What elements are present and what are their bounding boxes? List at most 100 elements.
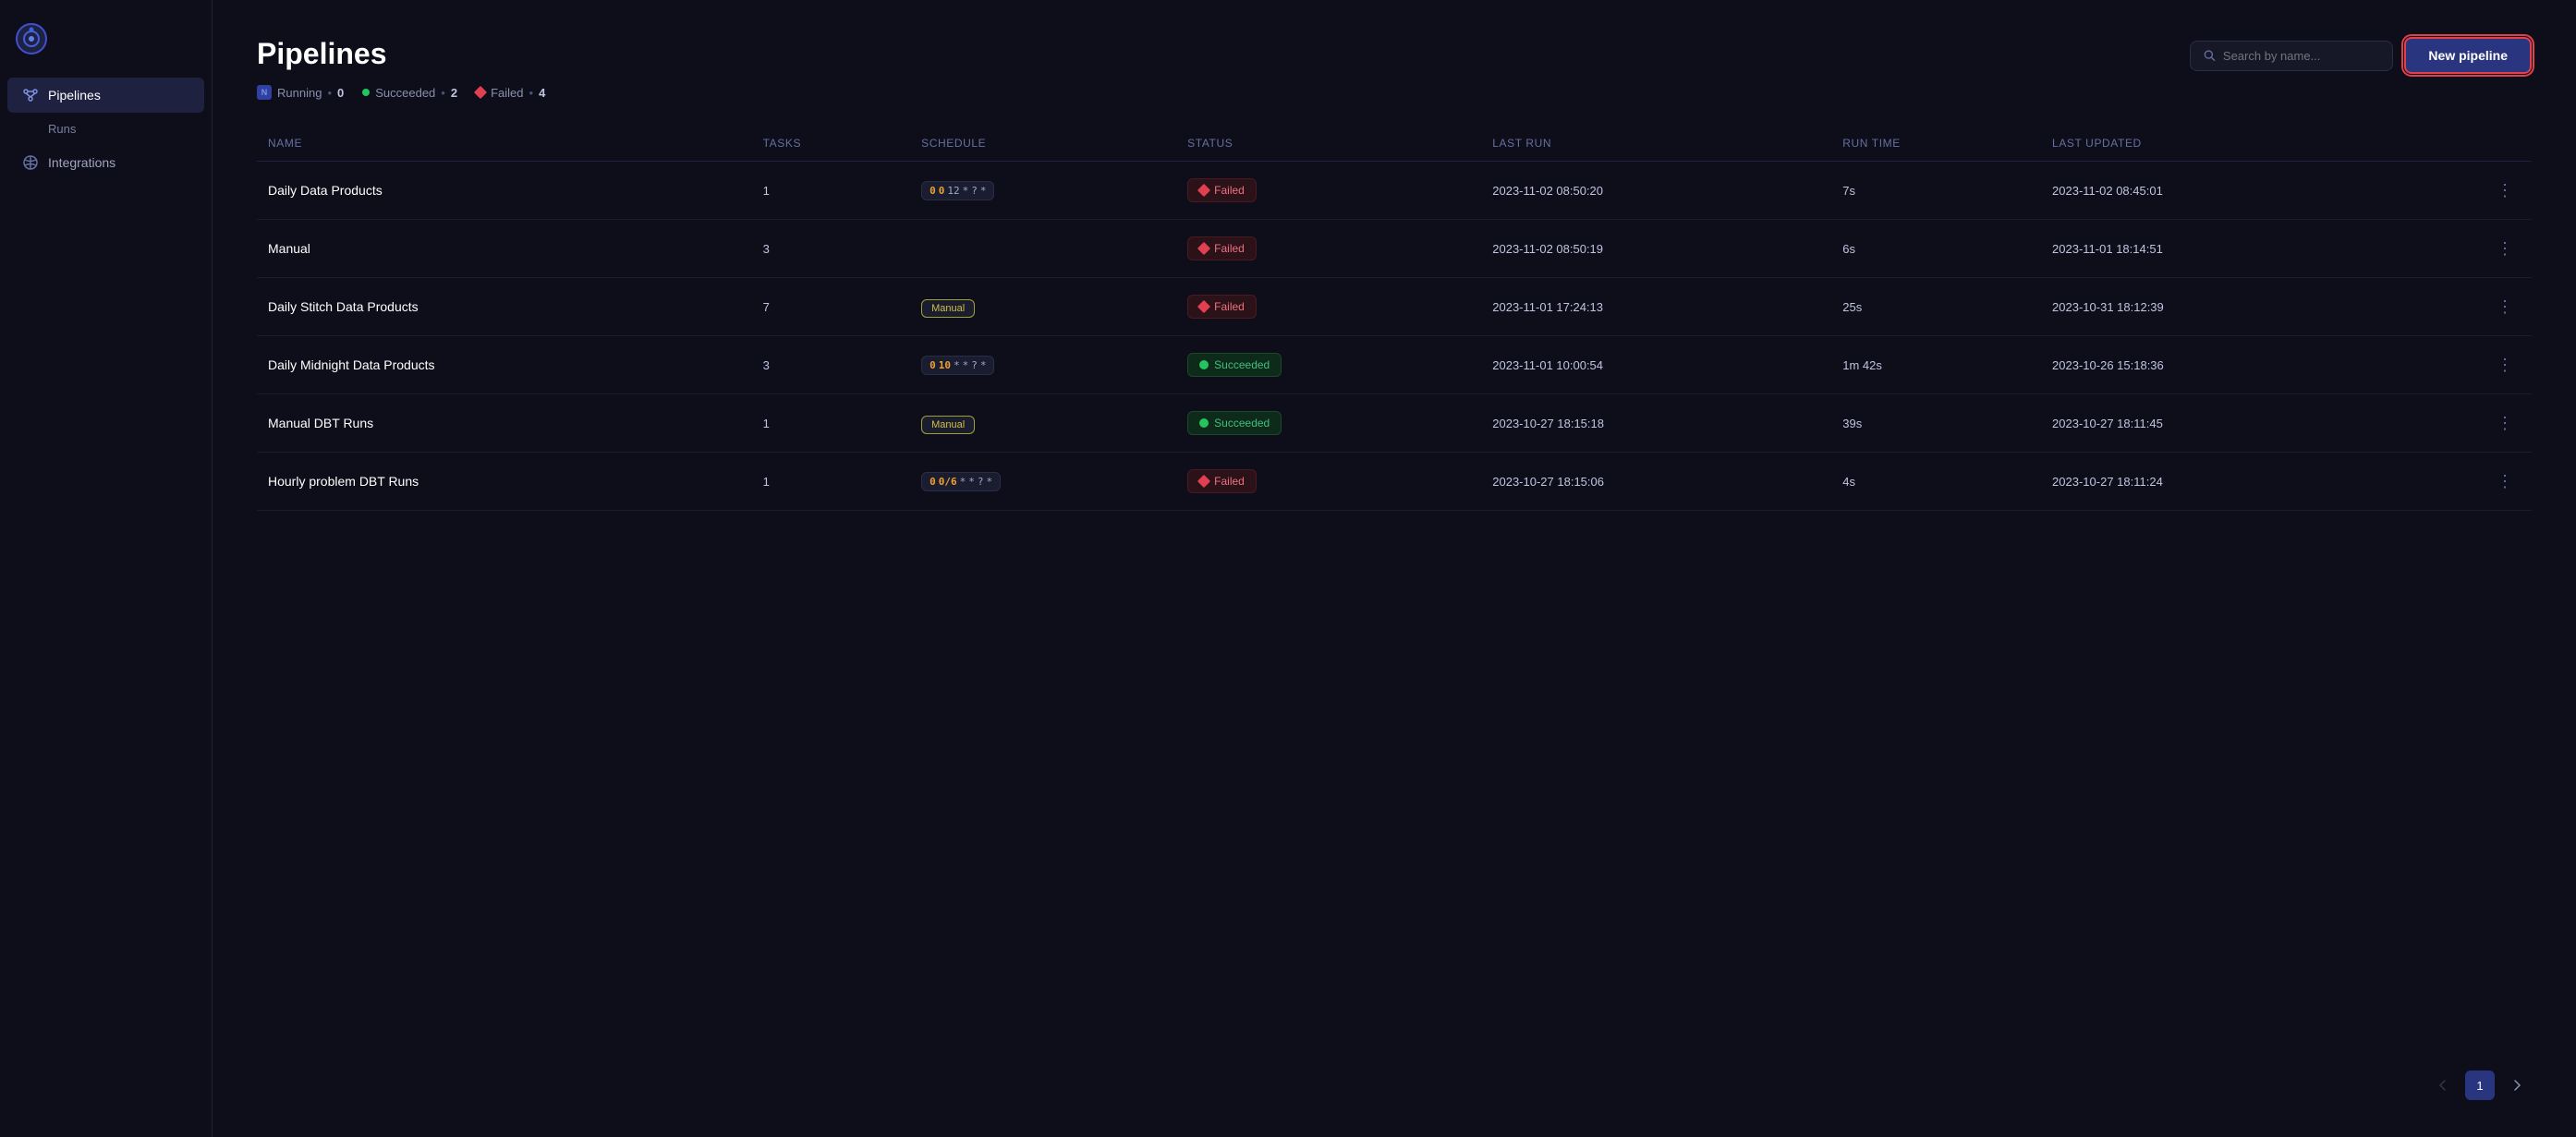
schedule-manual[interactable]: Manual bbox=[921, 299, 975, 318]
succeeded-dot bbox=[362, 89, 370, 96]
cell-last-run: 2023-11-01 17:24:13 bbox=[1481, 278, 1831, 336]
schedule-cron[interactable]: 0 0/6 * * ? * bbox=[921, 472, 1001, 491]
failed-count: 4 bbox=[539, 86, 545, 100]
sidebar-item-label-integrations: Integrations bbox=[48, 155, 115, 170]
table-header: Name Tasks Schedule Status Last run Run … bbox=[257, 129, 2532, 162]
pipeline-name[interactable]: Manual DBT Runs bbox=[268, 416, 373, 430]
running-label: Running bbox=[277, 86, 322, 100]
logo-area bbox=[0, 15, 212, 78]
sidebar-item-pipelines[interactable]: Pipelines bbox=[7, 78, 204, 113]
cell-status: Failed bbox=[1176, 220, 1481, 278]
cell-status: Failed bbox=[1176, 453, 1481, 511]
search-icon bbox=[2204, 49, 2215, 62]
cell-last-updated: 2023-11-01 18:14:51 bbox=[2041, 220, 2391, 278]
search-input[interactable] bbox=[2223, 49, 2380, 63]
more-options-button[interactable]: ⋮ bbox=[2489, 410, 2521, 436]
status-badge: Succeeded bbox=[1187, 353, 1282, 377]
cell-run-time: 7s bbox=[1831, 162, 2041, 220]
failed-status-icon bbox=[1197, 242, 1210, 255]
running-count: 0 bbox=[337, 86, 344, 100]
cell-more-options: ⋮ bbox=[2391, 453, 2532, 511]
col-run-time: Run time bbox=[1831, 129, 2041, 162]
table-row: Manual DBT Runs 1 Manual Succeeded 2023-10-2… bbox=[257, 394, 2532, 453]
header-actions: New pipeline bbox=[2190, 37, 2532, 74]
search-bar[interactable] bbox=[2190, 41, 2393, 71]
cell-more-options: ⋮ bbox=[2391, 220, 2532, 278]
cell-schedule: Manual bbox=[910, 278, 1176, 336]
cell-more-options: ⋮ bbox=[2391, 336, 2532, 394]
sidebar-item-integrations[interactable]: Integrations bbox=[7, 145, 204, 180]
cell-name: Hourly problem DBT Runs bbox=[257, 453, 752, 511]
failed-status-icon bbox=[1197, 300, 1210, 313]
more-options-button[interactable]: ⋮ bbox=[2489, 236, 2521, 261]
col-tasks: Tasks bbox=[752, 129, 910, 162]
more-options-button[interactable]: ⋮ bbox=[2489, 177, 2521, 203]
cell-tasks: 1 bbox=[752, 394, 910, 453]
cell-schedule: 0 10 * * ? * bbox=[910, 336, 1176, 394]
new-pipeline-button[interactable]: New pipeline bbox=[2404, 37, 2532, 74]
cell-name: Daily Midnight Data Products bbox=[257, 336, 752, 394]
schedule-cron[interactable]: 0 10 * * ? * bbox=[921, 356, 994, 375]
page-1-button[interactable]: 1 bbox=[2465, 1070, 2495, 1100]
main-content: Pipelines New pipeline N Running • 0 Suc… bbox=[213, 0, 2576, 1137]
cell-tasks: 3 bbox=[752, 220, 910, 278]
more-options-button[interactable]: ⋮ bbox=[2489, 294, 2521, 320]
integrations-icon bbox=[22, 154, 39, 171]
schedule-cron[interactable]: 0 0 12 * ? * bbox=[921, 181, 994, 200]
more-options-button[interactable]: ⋮ bbox=[2489, 352, 2521, 378]
succeeded-label: Succeeded bbox=[375, 86, 435, 100]
cell-run-time: 1m 42s bbox=[1831, 336, 2041, 394]
pipeline-name[interactable]: Daily Stitch Data Products bbox=[268, 299, 419, 314]
status-failed: Failed • 4 bbox=[476, 86, 545, 100]
pipeline-name[interactable]: Daily Data Products bbox=[268, 183, 383, 198]
cell-name: Daily Stitch Data Products bbox=[257, 278, 752, 336]
next-page-button[interactable] bbox=[2502, 1070, 2532, 1100]
prev-page-button[interactable] bbox=[2428, 1070, 2458, 1100]
cell-last-updated: 2023-11-02 08:45:01 bbox=[2041, 162, 2391, 220]
pipeline-name[interactable]: Manual bbox=[268, 241, 310, 256]
status-badge: Failed bbox=[1187, 295, 1257, 319]
table-row: Daily Midnight Data Products30 10 * * ? … bbox=[257, 336, 2532, 394]
failed-status-icon bbox=[1197, 184, 1210, 197]
more-options-button[interactable]: ⋮ bbox=[2489, 468, 2521, 494]
cell-run-time: 39s bbox=[1831, 394, 2041, 453]
cell-schedule: 0 0/6 * * ? * bbox=[910, 453, 1176, 511]
status-bar: N Running • 0 Succeeded • 2 Failed • 4 bbox=[257, 85, 2532, 100]
sidebar-subitem-runs[interactable]: Runs bbox=[7, 115, 204, 143]
pipeline-name[interactable]: Hourly problem DBT Runs bbox=[268, 474, 419, 489]
col-schedule: Schedule bbox=[910, 129, 1176, 162]
pagination: 1 bbox=[257, 1070, 2532, 1100]
schedule-manual[interactable]: Manual bbox=[921, 416, 975, 434]
cell-more-options: ⋮ bbox=[2391, 394, 2532, 453]
cell-more-options: ⋮ bbox=[2391, 278, 2532, 336]
cell-tasks: 7 bbox=[752, 278, 910, 336]
col-last-run: Last run bbox=[1481, 129, 1831, 162]
succeeded-status-icon bbox=[1199, 360, 1209, 369]
cell-status: Succeeded bbox=[1176, 336, 1481, 394]
app-logo bbox=[15, 22, 48, 55]
cell-run-time: 25s bbox=[1831, 278, 2041, 336]
failed-icon bbox=[474, 86, 487, 99]
chevron-left-icon bbox=[2436, 1079, 2449, 1092]
succeeded-status-icon bbox=[1199, 418, 1209, 428]
cell-schedule: Manual bbox=[910, 394, 1176, 453]
failed-label: Failed bbox=[491, 86, 523, 100]
cell-last-run: 2023-10-27 18:15:06 bbox=[1481, 453, 1831, 511]
pipelines-icon bbox=[22, 87, 39, 103]
pipeline-name[interactable]: Daily Midnight Data Products bbox=[268, 357, 435, 372]
sidebar-item-label-pipelines: Pipelines bbox=[48, 88, 101, 103]
cell-run-time: 4s bbox=[1831, 453, 2041, 511]
status-badge: Succeeded bbox=[1187, 411, 1282, 435]
col-status: Status bbox=[1176, 129, 1481, 162]
cell-last-run: 2023-10-27 18:15:18 bbox=[1481, 394, 1831, 453]
cell-name: Manual DBT Runs bbox=[257, 394, 752, 453]
sidebar: Pipelines Runs Integrations bbox=[0, 0, 213, 1137]
cell-last-updated: 2023-10-27 18:11:24 bbox=[2041, 453, 2391, 511]
cell-status: Failed bbox=[1176, 278, 1481, 336]
col-last-updated: Last updated bbox=[2041, 129, 2391, 162]
cell-tasks: 1 bbox=[752, 453, 910, 511]
page-header: Pipelines New pipeline bbox=[257, 37, 2532, 74]
cell-last-run: 2023-11-02 08:50:20 bbox=[1481, 162, 1831, 220]
chevron-right-icon bbox=[2510, 1079, 2523, 1092]
status-succeeded: Succeeded • 2 bbox=[362, 86, 457, 100]
